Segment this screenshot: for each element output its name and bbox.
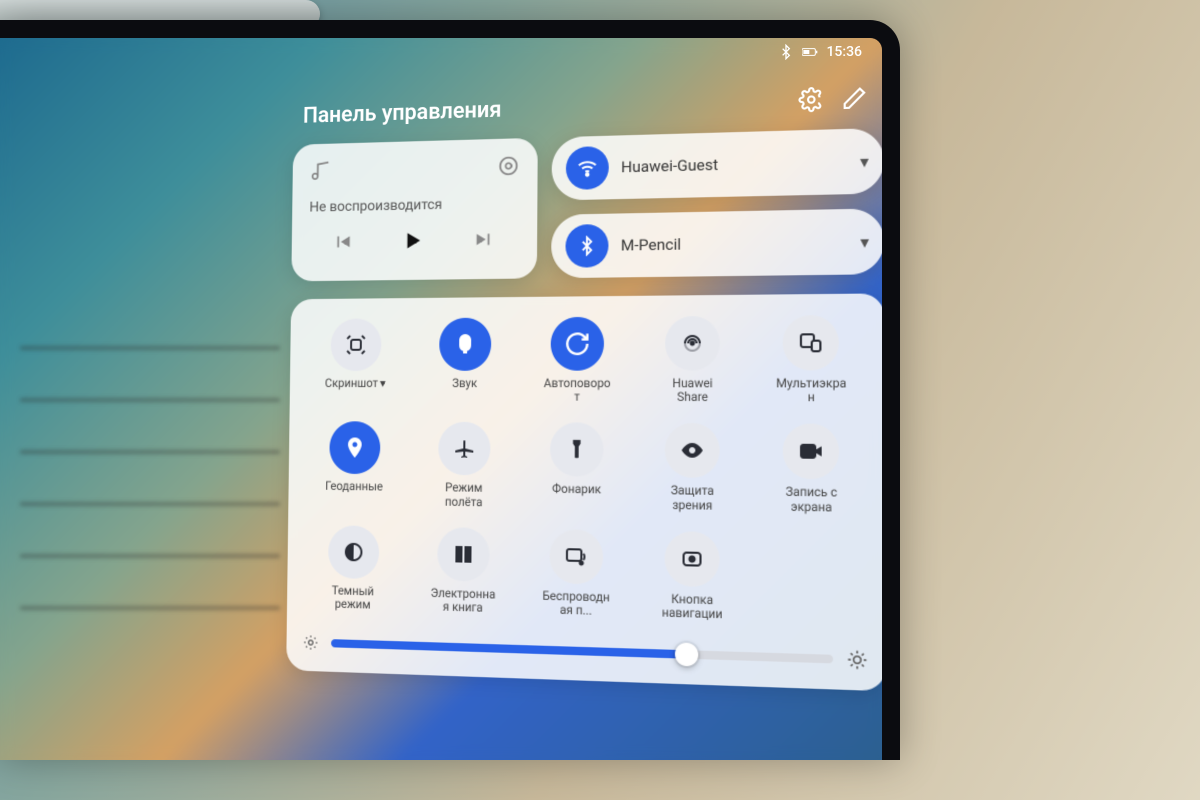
next-track-icon[interactable] [473,228,495,251]
chevron-down-icon: ▾ [860,231,869,251]
tablet-frame: 15:36 Панель управления [0,20,900,760]
ebook-icon [437,527,490,582]
toggle-label: Режим полёта [429,481,499,509]
bluetooth-pill[interactable]: M-Pencil ▾ [551,208,884,278]
quick-toggles-card: Скриншот▾ Звук Автоповорот Huawei Share Муль… [286,293,886,691]
toggle-navbutton[interactable]: Кнопка навигации [638,530,747,622]
darkmode-icon [328,525,379,579]
media-status: Не воспроизводится [309,195,519,215]
panel-title: Панель управления [303,88,783,129]
autorotate-icon [551,317,604,371]
prev-track-icon[interactable] [332,231,353,253]
toggle-screenshot[interactable]: Скриншот▾ [305,318,406,403]
toggle-label: Кнопка навигации [655,592,729,622]
huaweishare-icon [665,316,720,371]
toggle-location[interactable]: Геоданные [304,422,405,508]
edit-icon[interactable] [840,84,868,112]
toggle-huaweishare[interactable]: Huawei Share [638,316,747,405]
bluetooth-label: M-Pencil [621,232,847,254]
brightness-thumb[interactable] [675,643,698,667]
toggle-label: Геоданные [325,480,383,494]
brightness-row [302,632,868,671]
brightness-high-icon [846,649,868,671]
screenrec-icon [783,424,839,480]
toggle-screenrec[interactable]: Запись с экрана [756,424,868,515]
multiscreen-icon [783,315,839,370]
toggle-eyecomfort[interactable]: Защита зрения [638,423,747,513]
bluetooth-status-icon [778,44,794,60]
flashlight-icon [550,423,604,477]
toggle-label: Беспроводная п... [540,589,612,619]
toggle-label: Фонарик [552,483,601,497]
screenshot-icon [330,318,381,370]
wifi-pill[interactable]: Huawei-Guest ▾ [552,128,885,201]
toggle-label: Темный режим [318,584,387,613]
brightness-slider[interactable] [331,639,833,663]
status-bar: 15:36 [778,44,862,60]
media-card: Не воспроизводится [291,138,537,282]
toggle-label: Автоповорот [541,377,613,404]
chevron-down-icon: ▾ [380,377,386,390]
toggle-label: Скриншот▾ [325,377,386,390]
toggle-label: Звук [452,377,477,391]
toggle-autorotate[interactable]: Автоповорот [524,317,630,405]
bluetooth-icon [565,224,608,268]
music-note-icon [310,160,331,182]
media-output-icon[interactable] [497,154,519,177]
toggle-wirelessproj[interactable]: Беспроводная п... [523,528,630,619]
wifi-icon [566,146,609,190]
toggle-label: Электронная книга [428,586,498,615]
toggle-flashlight[interactable]: Фонарик [524,423,630,512]
toggle-multiscreen[interactable]: Мультиэкран [756,315,868,405]
toggle-label: Huawei Share [656,377,730,405]
toggle-label: Запись с экрана [774,485,850,514]
location-icon [329,422,380,475]
toggle-sound[interactable]: Звук [413,317,517,404]
airplane-icon [438,422,490,476]
clock: 15:36 [826,44,862,60]
wifi-label: Huawei-Guest [621,152,847,176]
control-panel: Панель управления [286,75,886,691]
battery-icon [802,44,818,60]
wirelessproj-icon [549,529,603,584]
eyecomfort-icon [665,423,720,478]
play-icon[interactable] [400,227,426,254]
background-content [20,298,280,658]
chevron-down-icon: ▾ [860,151,869,171]
toggle-darkmode[interactable]: Темный режим [302,525,404,613]
brightness-low-icon [302,633,320,652]
toggle-ebook[interactable]: Электронная книга [411,527,515,616]
settings-icon[interactable] [797,86,825,114]
sound-icon [439,318,491,371]
toggle-label: Мультиэкран [773,377,849,405]
toggle-airplane[interactable]: Режим полёта [412,422,516,510]
navbutton-icon [665,531,720,587]
toggle-label: Защита зрения [655,484,729,513]
